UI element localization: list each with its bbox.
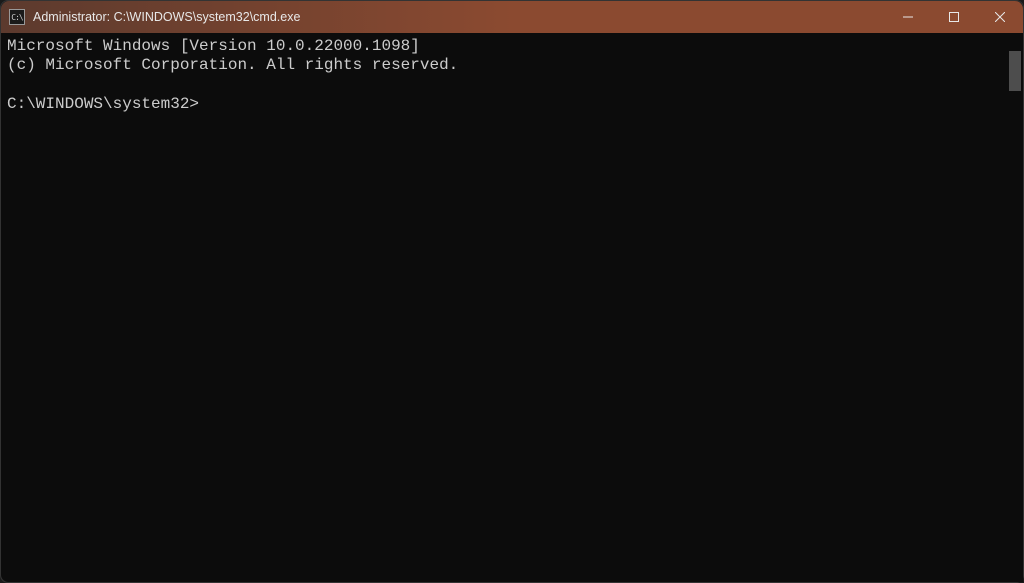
copyright-line: (c) Microsoft Corporation. All rights re…: [7, 56, 458, 74]
prompt-line[interactable]: C:\WINDOWS\system32>: [7, 95, 199, 113]
cmd-icon: C:\: [9, 9, 25, 25]
close-icon: [995, 12, 1005, 22]
window-title: Administrator: C:\WINDOWS\system32\cmd.e…: [33, 10, 300, 24]
scrollbar-track[interactable]: [1007, 33, 1023, 582]
window-controls: [885, 1, 1023, 33]
close-button[interactable]: [977, 1, 1023, 33]
scrollbar-thumb[interactable]: [1009, 51, 1021, 91]
minimize-button[interactable]: [885, 1, 931, 33]
terminal-output[interactable]: Microsoft Windows [Version 10.0.22000.10…: [1, 33, 1007, 582]
titlebar[interactable]: C:\ Administrator: C:\WINDOWS\system32\c…: [1, 1, 1023, 33]
terminal-area[interactable]: Microsoft Windows [Version 10.0.22000.10…: [1, 33, 1023, 582]
maximize-button[interactable]: [931, 1, 977, 33]
maximize-icon: [949, 12, 959, 22]
version-line: Microsoft Windows [Version 10.0.22000.10…: [7, 37, 420, 55]
minimize-icon: [903, 12, 913, 22]
